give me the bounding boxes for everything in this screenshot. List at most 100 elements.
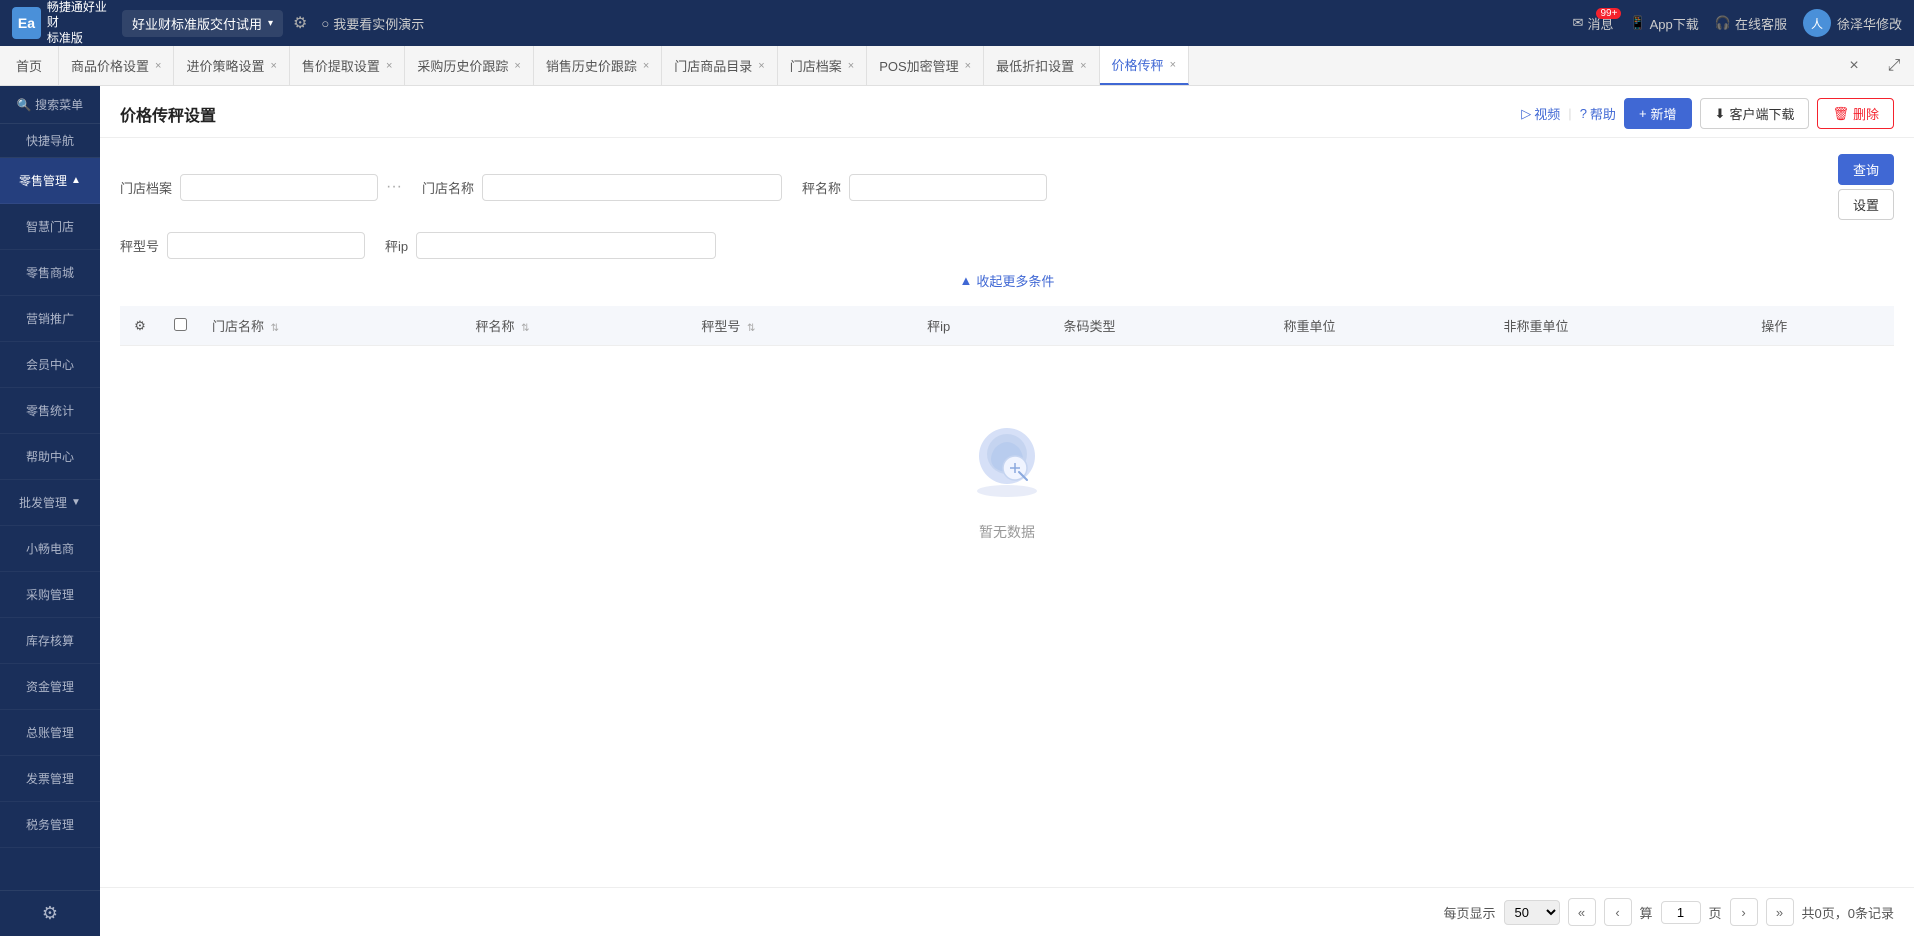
sidebar-item-tax[interactable]: 税务管理 <box>0 802 100 848</box>
sidebar-item-ecommerce[interactable]: 小畅电商 <box>0 526 100 572</box>
store-name-input[interactable] <box>482 174 782 201</box>
username: 徐泽华修改 <box>1837 14 1902 33</box>
th-scale-model[interactable]: 秤型号 ⇅ <box>689 306 915 346</box>
version-dropdown[interactable]: 好业财标准版交付试用 ▾ <box>122 10 283 37</box>
message-button[interactable]: ✉ 消息 99+ <box>1573 14 1614 33</box>
close-icon[interactable]: × <box>643 60 649 72</box>
sidebar-item-marketing[interactable]: 营销推广 <box>0 296 100 342</box>
filter-store-name: 门店名称 <box>422 174 782 201</box>
collapse-button[interactable]: ▲ 收起更多条件 <box>120 271 1894 290</box>
query-button[interactable]: 查询 <box>1838 154 1894 185</box>
store-dots[interactable]: ··· <box>386 178 402 196</box>
next-page-button[interactable]: › <box>1730 898 1758 926</box>
store-file-input[interactable] <box>180 174 378 201</box>
empty-text: 暂无数据 <box>979 522 1035 542</box>
per-page-label: 每页显示 <box>1443 903 1495 922</box>
tab-sales-history[interactable]: 销售历史价跟踪 × <box>534 46 662 85</box>
close-icon[interactable]: × <box>514 60 520 72</box>
filter-row-1: 门店档案 ··· 门店名称 秤名称 查询 设置 <box>120 154 1894 220</box>
tab-goods-price[interactable]: 商品价格设置 × <box>59 46 174 85</box>
app-download-button[interactable]: 📱 App下载 <box>1629 14 1698 33</box>
scale-name-label: 秤名称 <box>802 178 841 197</box>
close-icon[interactable]: × <box>965 60 971 72</box>
search-icon: 🔍 <box>17 98 32 112</box>
page-input[interactable] <box>1661 901 1701 924</box>
maximize-window-button[interactable]: ⤢ <box>1874 46 1914 86</box>
sidebar-item-help[interactable]: 帮助中心 <box>0 434 100 480</box>
tab-sale-extract[interactable]: 售价提取设置 × <box>290 46 405 85</box>
close-icon[interactable]: × <box>155 60 161 72</box>
sidebar-search[interactable]: 🔍 搜索菜单 <box>0 86 100 124</box>
scale-name-input[interactable] <box>849 174 1047 201</box>
app-logo: Ea 畅捷通好业财 标准版 <box>12 0 112 46</box>
add-button[interactable]: + 新增 <box>1624 98 1692 129</box>
tab-store-catalog[interactable]: 门店商品目录 × <box>662 46 777 85</box>
tab-purchase-history[interactable]: 采购历史价跟踪 × <box>405 46 533 85</box>
settings-icon[interactable]: ⚙ <box>293 13 307 33</box>
plus-icon: + <box>1639 106 1647 121</box>
close-icon[interactable]: × <box>758 60 764 72</box>
scale-ip-label: 秤ip <box>385 236 408 255</box>
th-checkbox[interactable] <box>160 306 200 346</box>
sidebar-item-member[interactable]: 会员中心 <box>0 342 100 388</box>
sidebar-quicknav[interactable]: 快捷导航 <box>0 124 100 158</box>
th-store-name[interactable]: 门店名称 ⇅ <box>200 306 463 346</box>
scale-model-input[interactable] <box>167 232 365 259</box>
sort-icon: ⇅ <box>271 323 279 334</box>
table-container: ⚙ 门店名称 ⇅ 秤名称 ⇅ 秤型号 <box>100 306 1914 887</box>
close-icon[interactable]: × <box>386 60 392 72</box>
help-button[interactable]: ? 帮助 <box>1580 104 1616 123</box>
sidebar-item-retail-mall[interactable]: 零售商城 <box>0 250 100 296</box>
user-menu[interactable]: 人 徐泽华修改 <box>1803 9 1902 37</box>
sidebar-item-retail[interactable]: 零售管理 ▲ <box>0 158 100 204</box>
close-icon[interactable]: × <box>270 60 276 72</box>
delete-button[interactable]: 🗑 删除 <box>1817 98 1894 129</box>
tabs-bar: 首页 商品价格设置 × 进价策略设置 × 售价提取设置 × 采购历史价跟踪 × … <box>0 46 1914 86</box>
settings-button[interactable]: 设置 <box>1838 189 1894 220</box>
sidebar-item-finance[interactable]: 资金管理 <box>0 664 100 710</box>
data-table: ⚙ 门店名称 ⇅ 秤名称 ⇅ 秤型号 <box>120 306 1894 346</box>
demo-icon: ○ <box>321 16 329 31</box>
tab-min-discount[interactable]: 最低折扣设置 × <box>984 46 1099 85</box>
first-page-button[interactable]: « <box>1568 898 1596 926</box>
settings-icon[interactable]: ⚙ <box>42 903 58 924</box>
video-button[interactable]: ▷ 视频 <box>1521 104 1560 123</box>
scale-ip-input[interactable] <box>416 232 716 259</box>
page-summary: 共0页，0条记录 <box>1802 903 1894 922</box>
video-icon: ▷ <box>1521 106 1531 122</box>
close-icon[interactable]: × <box>848 60 854 72</box>
tab-price-transfer[interactable]: 价格传秤 × <box>1100 46 1189 85</box>
last-page-button[interactable]: » <box>1766 898 1794 926</box>
filter-scale-name: 秤名称 <box>802 174 1047 201</box>
tab-pos-manage[interactable]: POS加密管理 × <box>867 46 984 85</box>
online-service-button[interactable]: 🎧 在线客服 <box>1715 14 1787 33</box>
sidebar-item-purchase[interactable]: 采购管理 <box>0 572 100 618</box>
th-scale-name[interactable]: 秤名称 ⇅ <box>463 306 689 346</box>
sidebar-item-ledger[interactable]: 总账管理 <box>0 710 100 756</box>
prev-page-button[interactable]: ‹ <box>1604 898 1632 926</box>
top-bar: Ea 畅捷通好业财 标准版 好业财标准版交付试用 ▾ ⚙ ○ 我要看实例演示 ✉… <box>0 0 1914 46</box>
content-area: 价格传秤设置 ▷ 视频 | ? 帮助 + 新增 ⬇ 客户端下载 <box>100 86 1914 936</box>
store-name-label: 门店名称 <box>422 178 474 197</box>
close-icon[interactable]: × <box>1080 60 1086 72</box>
per-page-select[interactable]: 50 10 20 100 <box>1504 900 1560 925</box>
message-icon: ✉ <box>1573 15 1584 31</box>
sidebar-item-retail-stats[interactable]: 零售统计 <box>0 388 100 434</box>
th-barcode-type: 条码类型 <box>1052 306 1272 346</box>
select-all-checkbox[interactable] <box>174 318 187 331</box>
sidebar-item-invoice[interactable]: 发票管理 <box>0 756 100 802</box>
close-icon[interactable]: × <box>1170 59 1176 71</box>
sidebar-item-smart-store[interactable]: 智慧门店 <box>0 204 100 250</box>
sidebar: 🔍 搜索菜单 快捷导航 零售管理 ▲ 智慧门店 零售商城 营销推广 会员中心 零… <box>0 86 100 936</box>
sidebar-item-wholesale[interactable]: 批发管理 ▼ <box>0 480 100 526</box>
tab-purchase-strategy[interactable]: 进价策略设置 × <box>174 46 289 85</box>
empty-illustration <box>957 406 1057 506</box>
close-window-button[interactable]: × <box>1834 46 1874 86</box>
sidebar-item-inventory[interactable]: 库存核算 <box>0 618 100 664</box>
download-client-button[interactable]: ⬇ 客户端下载 <box>1700 98 1810 129</box>
tab-store-file[interactable]: 门店档案 × <box>778 46 867 85</box>
tab-home[interactable]: 首页 <box>0 46 59 85</box>
demo-button[interactable]: ○ 我要看实例演示 <box>321 14 424 33</box>
th-settings[interactable]: ⚙ <box>120 306 160 346</box>
filter-row-2: 秤型号 秤ip <box>120 232 1894 259</box>
